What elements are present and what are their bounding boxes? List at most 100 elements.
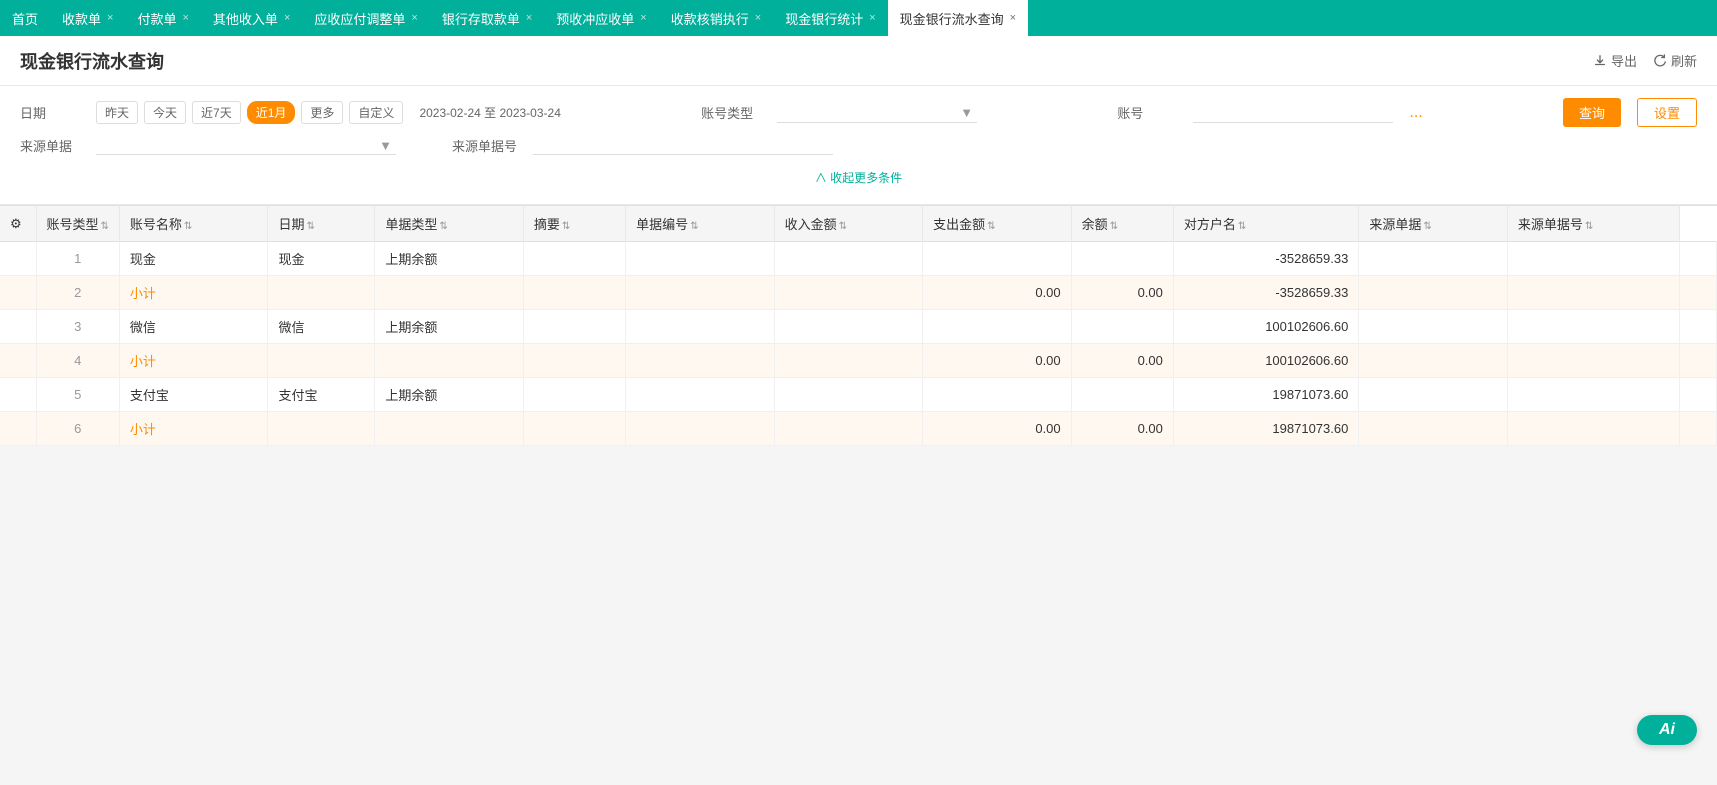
gear-icon[interactable]: ⚙ — [10, 216, 22, 231]
date-option-今天[interactable]: 今天 — [144, 101, 186, 124]
sort-icon-balance[interactable]: ⇅ — [1110, 221, 1118, 232]
cell-accountName: 现金 — [268, 242, 375, 276]
table-body: 1现金现金上期余额-3528659.332小计0.000.00-3528659.… — [0, 242, 1717, 446]
cell-summary — [626, 412, 775, 446]
cell-summary — [626, 378, 775, 412]
cell-income: 0.00 — [923, 412, 1072, 446]
col-label-sourceDocNo: 来源单据号 — [1518, 217, 1583, 232]
filter-area: 日期 昨天今天近7天近1月更多自定义 2023-02-24 至 2023-03-… — [0, 86, 1717, 205]
page-header: 现金银行流水查询 导出 刷新 — [0, 36, 1717, 86]
sort-icon-sourceDocNo[interactable]: ⇅ — [1585, 221, 1593, 232]
close-tab-icon[interactable]: × — [869, 12, 875, 24]
close-tab-icon[interactable]: × — [411, 12, 417, 24]
close-tab-icon[interactable]: × — [107, 12, 113, 24]
settings-button[interactable]: 设置 — [1637, 98, 1697, 127]
cell-sourceDoc — [1507, 412, 1679, 446]
close-tab-icon[interactable]: × — [640, 12, 646, 24]
sort-icon-docNo[interactable]: ⇅ — [690, 221, 698, 232]
cell-balance: 19871073.60 — [1173, 378, 1358, 412]
cell-accountName — [268, 412, 375, 446]
dots-button[interactable]: ... — [1409, 104, 1422, 122]
sort-icon-date[interactable]: ⇅ — [306, 221, 314, 232]
cell-date: 上期余额 — [375, 242, 524, 276]
sort-icon-sourceDoc[interactable]: ⇅ — [1423, 221, 1431, 232]
cell-rowNum: 2 — [36, 276, 119, 310]
source-doc-select[interactable] — [96, 135, 396, 155]
nav-home[interactable]: 首页 — [0, 0, 50, 36]
cell-docNo — [774, 310, 923, 344]
nav-tab-收款核销执行[interactable]: 收款核销执行× — [659, 0, 773, 36]
col-label-date: 日期 — [278, 217, 304, 232]
cell-docNo — [774, 242, 923, 276]
account-type-select[interactable]: 现金 微信 支付宝 — [777, 103, 977, 123]
date-option-近1月[interactable]: 近1月 — [247, 101, 296, 124]
col-header-sourceDocNo[interactable]: 来源单据号⇅ — [1507, 206, 1679, 242]
col-header-gear[interactable]: ⚙ — [0, 206, 36, 242]
col-header-accountName[interactable]: 账号名称⇅ — [119, 206, 268, 242]
nav-tab-现金银行流水查询[interactable]: 现金银行流水查询× — [888, 0, 1028, 36]
cell-income — [923, 378, 1072, 412]
col-label-docNo: 单据编号 — [636, 217, 688, 232]
table-area: ⚙账号类型⇅账号名称⇅日期⇅单据类型⇅摘要⇅单据编号⇅收入金额⇅支出金额⇅余额⇅… — [0, 205, 1717, 446]
cell-docNo — [774, 378, 923, 412]
cell-rowNum: 6 — [36, 412, 119, 446]
date-option-自定义[interactable]: 自定义 — [349, 101, 403, 124]
col-label-summary: 摘要 — [534, 217, 560, 232]
date-option-昨天[interactable]: 昨天 — [96, 101, 138, 124]
cell-counterparty — [1359, 412, 1508, 446]
sort-icon-expense[interactable]: ⇅ — [987, 221, 995, 232]
cell-date: 上期余额 — [375, 378, 524, 412]
cell-accountName — [268, 344, 375, 378]
sort-icon-accountName[interactable]: ⇅ — [184, 221, 192, 232]
query-button[interactable]: 查询 — [1563, 98, 1621, 127]
cell-rowNum: 1 — [36, 242, 119, 276]
nav-tab-其他收入单[interactable]: 其他收入单× — [201, 0, 302, 36]
col-header-income[interactable]: 收入金额⇅ — [774, 206, 923, 242]
nav-tab-应收应付调整单[interactable]: 应收应付调整单× — [302, 0, 429, 36]
col-header-docType[interactable]: 单据类型⇅ — [375, 206, 524, 242]
account-input[interactable] — [1193, 103, 1393, 123]
col-header-summary[interactable]: 摘要⇅ — [523, 206, 625, 242]
cell-accountName: 支付宝 — [268, 378, 375, 412]
nav-tab-预收冲应收单[interactable]: 预收冲应收单× — [544, 0, 658, 36]
col-header-expense[interactable]: 支出金额⇅ — [923, 206, 1072, 242]
col-header-docNo[interactable]: 单据编号⇅ — [626, 206, 775, 242]
nav-tab-银行存取款单[interactable]: 银行存取款单× — [430, 0, 544, 36]
col-header-sourceDoc[interactable]: 来源单据⇅ — [1359, 206, 1508, 242]
col-header-counterparty[interactable]: 对方户名⇅ — [1173, 206, 1358, 242]
sort-icon-summary[interactable]: ⇅ — [562, 221, 570, 232]
refresh-icon — [1653, 54, 1667, 68]
col-label-accountName: 账号名称 — [130, 217, 182, 232]
close-tab-icon[interactable]: × — [182, 12, 188, 24]
col-header-accountType[interactable]: 账号类型⇅ — [36, 206, 119, 242]
date-option-更多[interactable]: 更多 — [301, 101, 343, 124]
cell-gear — [0, 310, 36, 344]
collapse-bar[interactable]: ∧ 收起更多条件 — [20, 163, 1697, 192]
sort-icon-counterparty[interactable]: ⇅ — [1238, 221, 1246, 232]
sort-icon-accountType[interactable]: ⇅ — [101, 221, 109, 232]
cell-counterparty — [1359, 344, 1508, 378]
sort-icon-income[interactable]: ⇅ — [839, 221, 847, 232]
col-label-balance: 余额 — [1082, 217, 1108, 232]
col-header-date[interactable]: 日期⇅ — [268, 206, 375, 242]
close-tab-icon[interactable]: × — [526, 12, 532, 24]
cell-sourceDoc — [1507, 310, 1679, 344]
sort-icon-docType[interactable]: ⇅ — [439, 221, 447, 232]
close-tab-icon[interactable]: × — [1010, 12, 1016, 24]
col-header-balance[interactable]: 余额⇅ — [1071, 206, 1173, 242]
source-doc-no-input[interactable] — [533, 135, 833, 155]
refresh-button[interactable]: 刷新 — [1653, 51, 1697, 70]
nav-tab-付款单[interactable]: 付款单× — [125, 0, 200, 36]
cell-sourceDocNo — [1679, 310, 1716, 344]
nav-tab-收款单[interactable]: 收款单× — [50, 0, 125, 36]
close-tab-icon[interactable]: × — [284, 12, 290, 24]
export-button[interactable]: 导出 — [1593, 51, 1637, 70]
nav-tab-现金银行统计[interactable]: 现金银行统计× — [773, 0, 887, 36]
ai-badge[interactable]: Ai — [1637, 715, 1697, 745]
cell-balance: -3528659.33 — [1173, 276, 1358, 310]
date-option-近7天[interactable]: 近7天 — [192, 101, 241, 124]
close-tab-icon[interactable]: × — [755, 12, 761, 24]
cell-income: 0.00 — [923, 344, 1072, 378]
cell-sourceDoc — [1507, 242, 1679, 276]
cell-counterparty — [1359, 276, 1508, 310]
